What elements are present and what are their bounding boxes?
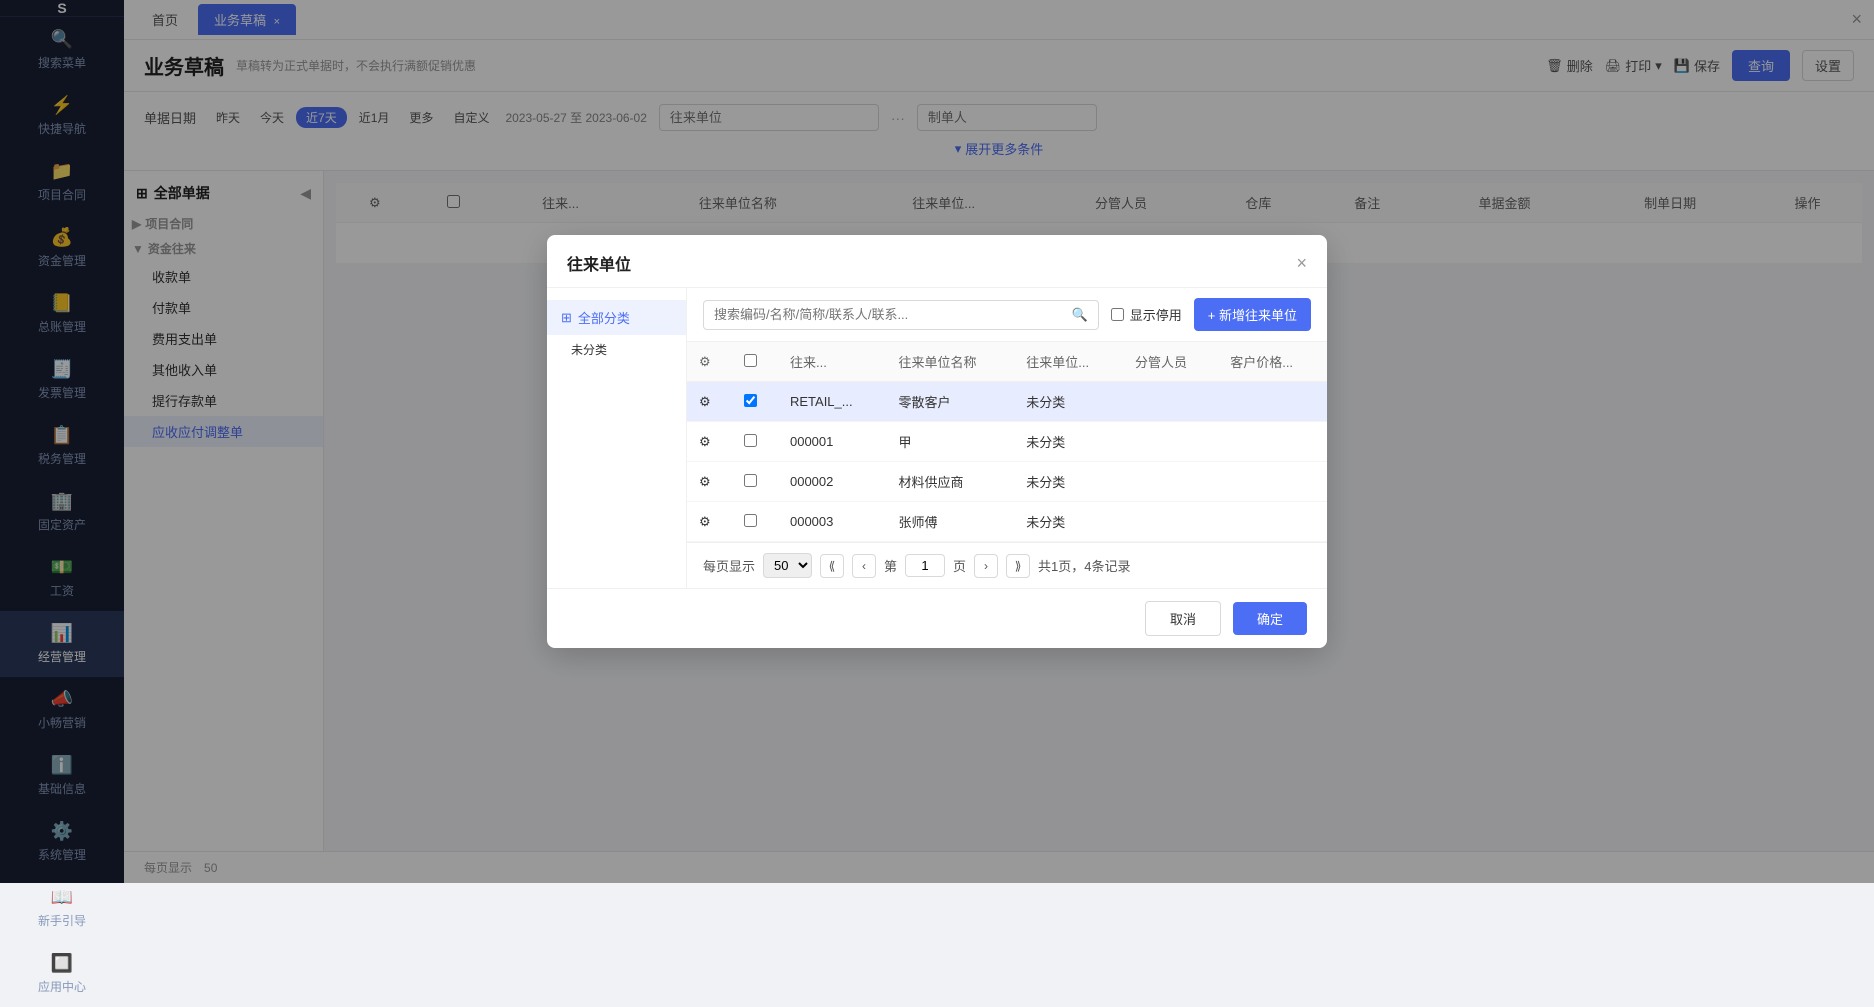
modal-close-icon[interactable]: ×: [1296, 253, 1307, 274]
row-select-checkbox[interactable]: [744, 394, 757, 407]
table-row[interactable]: ⚙ 000002 材料供应商 未分类: [687, 462, 1327, 502]
row-code: 000003: [778, 502, 886, 542]
row-settings[interactable]: ⚙: [687, 422, 732, 462]
prev-page-btn[interactable]: ‹: [852, 554, 876, 578]
table-select-all[interactable]: [744, 354, 757, 367]
row-checkbox[interactable]: [732, 502, 778, 542]
row-salesperson: [1123, 462, 1218, 502]
sidebar-item-new-guide[interactable]: 📖 新手引导: [0, 875, 124, 941]
row-salesperson: [1123, 422, 1218, 462]
row-price-type: [1218, 462, 1327, 502]
th-price-type[interactable]: 客户价格...: [1218, 342, 1327, 382]
table-row[interactable]: ⚙ 000003 张师傅 未分类: [687, 502, 1327, 542]
sidebar-item-label: 全部分类: [578, 308, 630, 327]
modal-toolbar: 🔍 显示停用 + 新增往来单位: [687, 288, 1327, 342]
row-price-type: [1218, 502, 1327, 542]
modal-header: 往来单位 ×: [547, 235, 1327, 288]
table-row[interactable]: ⚙ RETAIL_... 零散客户 未分类: [687, 382, 1327, 422]
modal-sidebar-uncategorized[interactable]: 未分类: [547, 335, 686, 364]
modal-table: ⚙ 往来... 往来单位名称 往来单位... 分管人员 客户价格... ⚙: [687, 342, 1327, 542]
modal-dialog: 往来单位 × ⊞ 全部分类 未分类 🔍: [547, 235, 1327, 648]
modal-sidebar-all-category[interactable]: ⊞ 全部分类: [547, 300, 686, 335]
row-salesperson: [1123, 382, 1218, 422]
th-name[interactable]: 往来单位名称: [886, 342, 1014, 382]
show-disabled-text: 显示停用: [1130, 305, 1182, 324]
row-select-checkbox[interactable]: [744, 514, 757, 527]
th-settings[interactable]: ⚙: [687, 342, 732, 382]
per-page-label: 每页显示: [703, 556, 755, 575]
modal-footer: 取消 确定: [547, 588, 1327, 648]
row-price-type: [1218, 422, 1327, 462]
row-category: 未分类: [1014, 382, 1123, 422]
row-select-checkbox[interactable]: [744, 474, 757, 487]
modal-content: 🔍 显示停用 + 新增往来单位 ⚙: [687, 288, 1327, 588]
modal-search-wrapper: 🔍: [703, 300, 1099, 330]
page-unit: 页: [953, 556, 966, 575]
row-category: 未分类: [1014, 462, 1123, 502]
add-party-button[interactable]: + 新增往来单位: [1194, 298, 1311, 331]
current-page-input[interactable]: [905, 554, 945, 577]
th-checkbox[interactable]: [732, 342, 778, 382]
th-category[interactable]: 往来单位...: [1014, 342, 1123, 382]
row-code: 000002: [778, 462, 886, 502]
show-disabled-checkbox[interactable]: [1111, 308, 1124, 321]
confirm-button[interactable]: 确定: [1233, 602, 1307, 635]
row-checkbox[interactable]: [732, 382, 778, 422]
per-page-select[interactable]: 50: [763, 553, 812, 578]
sidebar-item-label: 应用中心: [38, 978, 86, 995]
th-code[interactable]: 往来...: [778, 342, 886, 382]
modal-pagination: 每页显示 50 ⟪ ‹ 第 页 › ⟫ 共1页，4条记录: [687, 542, 1327, 588]
party-table: ⚙ 往来... 往来单位名称 往来单位... 分管人员 客户价格... ⚙: [687, 342, 1327, 542]
cancel-button[interactable]: 取消: [1145, 601, 1221, 636]
row-settings[interactable]: ⚙: [687, 462, 732, 502]
total-info: 共1页，4条记录: [1038, 556, 1130, 575]
row-salesperson: [1123, 502, 1218, 542]
row-name: 甲: [886, 422, 1014, 462]
row-price-type: [1218, 382, 1327, 422]
modal-search-input[interactable]: [714, 307, 1066, 322]
row-name: 张师傅: [886, 502, 1014, 542]
row-settings[interactable]: ⚙: [687, 382, 732, 422]
page-label: 第: [884, 556, 897, 575]
th-salesperson[interactable]: 分管人员: [1123, 342, 1218, 382]
row-settings[interactable]: ⚙: [687, 502, 732, 542]
row-checkbox[interactable]: [732, 462, 778, 502]
modal-sidebar: ⊞ 全部分类 未分类: [547, 288, 687, 588]
sidebar-item-app-center[interactable]: 🔲 应用中心: [0, 941, 124, 1007]
sidebar-item-label: 新手引导: [38, 912, 86, 929]
row-name: 材料供应商: [886, 462, 1014, 502]
row-code: RETAIL_...: [778, 382, 886, 422]
row-category: 未分类: [1014, 502, 1123, 542]
show-disabled-label[interactable]: 显示停用: [1111, 305, 1182, 324]
last-page-btn[interactable]: ⟫: [1006, 554, 1030, 578]
row-name: 零散客户: [886, 382, 1014, 422]
grid-icon: ⊞: [561, 310, 572, 326]
app-center-icon: 🔲: [51, 953, 73, 974]
modal-backdrop: 往来单位 × ⊞ 全部分类 未分类 🔍: [0, 0, 1874, 883]
row-checkbox[interactable]: [732, 422, 778, 462]
table-row[interactable]: ⚙ 000001 甲 未分类: [687, 422, 1327, 462]
search-icon: 🔍: [1072, 307, 1088, 323]
row-category: 未分类: [1014, 422, 1123, 462]
first-page-btn[interactable]: ⟪: [820, 554, 844, 578]
modal-title: 往来单位: [567, 251, 631, 275]
row-select-checkbox[interactable]: [744, 434, 757, 447]
new-guide-icon: 📖: [51, 887, 73, 908]
modal-body: ⊞ 全部分类 未分类 🔍 显示停用 + 新增往来单位: [547, 288, 1327, 588]
next-page-btn[interactable]: ›: [974, 554, 998, 578]
row-code: 000001: [778, 422, 886, 462]
